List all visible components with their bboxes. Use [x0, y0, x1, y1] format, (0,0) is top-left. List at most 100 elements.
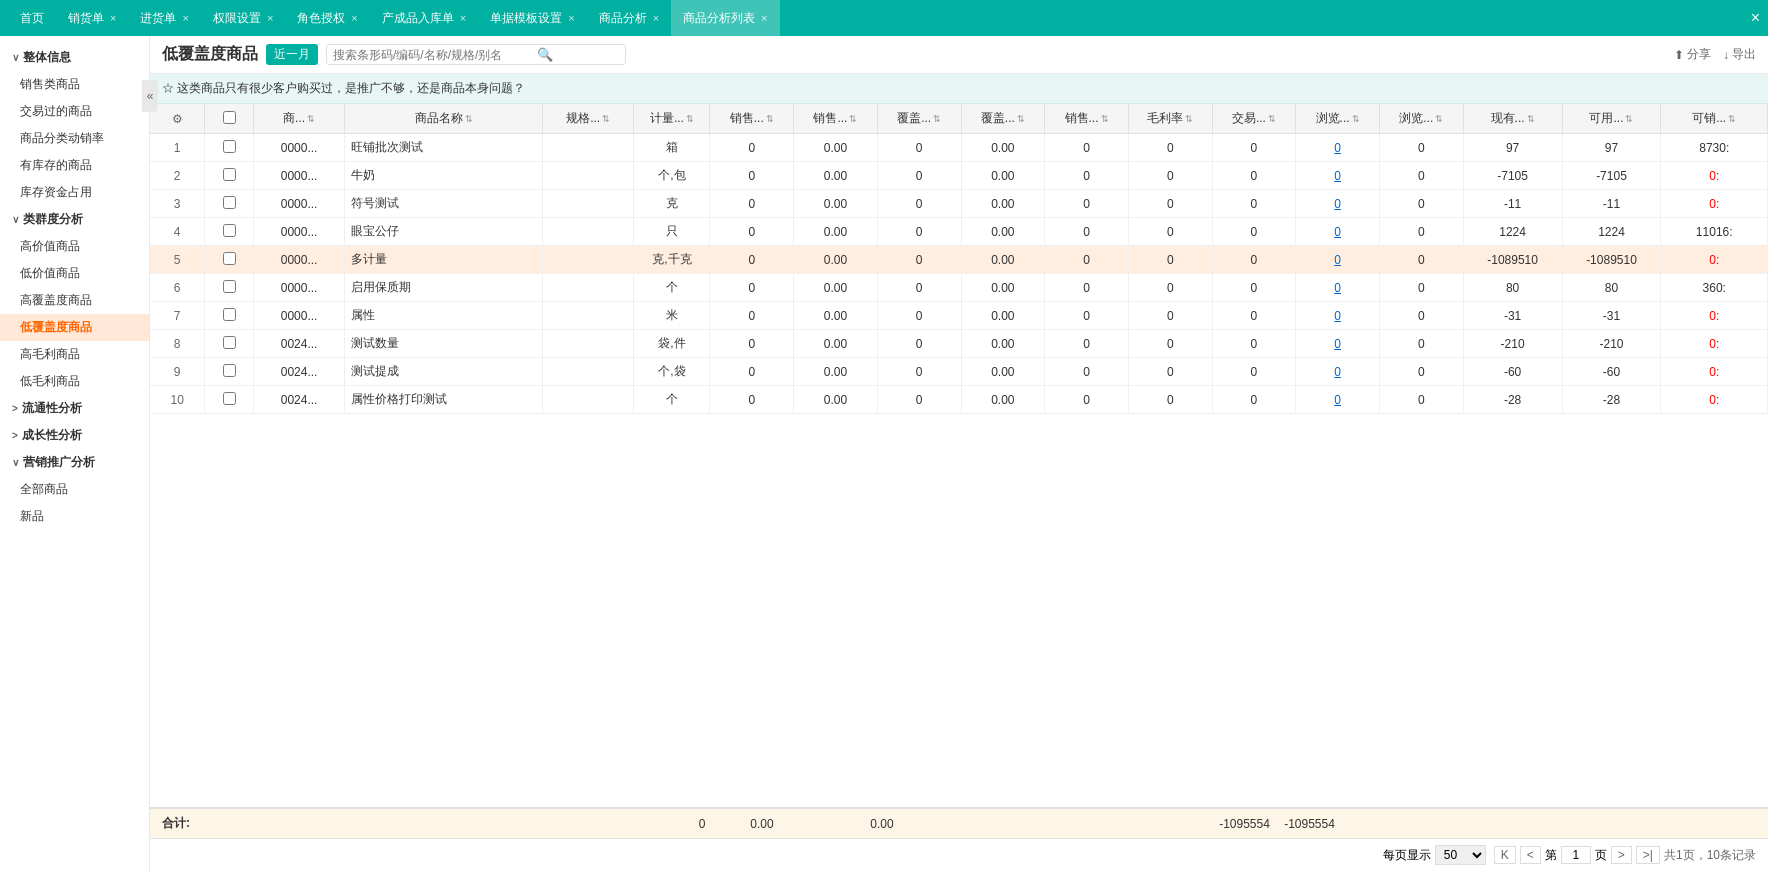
sort-browse1-icon[interactable]: ⇅	[1352, 114, 1360, 124]
sidebar-item-category-rate[interactable]: 商品分类动销率	[0, 125, 149, 152]
row-checkbox-9[interactable]	[223, 392, 236, 405]
share-button[interactable]: ⬆ 分享	[1674, 46, 1711, 63]
nav-tab-product-in[interactable]: 产成品入库单 ×	[370, 0, 478, 36]
row-browse1[interactable]: 0	[1296, 190, 1380, 218]
row-browse1[interactable]: 0	[1296, 246, 1380, 274]
sort-current-stock-icon[interactable]: ⇅	[1527, 114, 1535, 124]
sort-unit-icon[interactable]: ⇅	[686, 114, 694, 124]
sidebar-item-low-margin[interactable]: 低毛利商品	[0, 368, 149, 395]
close-analysis-list-tab[interactable]: ×	[761, 12, 767, 24]
sidebar-item-all-goods[interactable]: 全部商品	[0, 476, 149, 503]
sort-name-icon[interactable]: ⇅	[465, 114, 473, 124]
sort-transaction-icon[interactable]: ⇅	[1268, 114, 1276, 124]
row-checkbox-7[interactable]	[223, 336, 236, 349]
sort-available-icon[interactable]: ⇅	[1625, 114, 1633, 124]
row-checkbox-4[interactable]	[223, 252, 236, 265]
close-product-in-tab[interactable]: ×	[460, 12, 466, 24]
row-checkbox-cell[interactable]	[205, 330, 254, 358]
next-page-button[interactable]: >	[1611, 846, 1632, 864]
sidebar-item-sales-goods[interactable]: 销售类商品	[0, 71, 149, 98]
first-page-button[interactable]: K	[1494, 846, 1516, 864]
th-sellable[interactable]: 可销...⇅	[1661, 104, 1768, 134]
nav-tab-analysis-list[interactable]: 商品分析列表 ×	[671, 0, 779, 36]
close-all-tabs[interactable]: ×	[1751, 9, 1760, 27]
th-sales-qty[interactable]: 销售...⇅	[710, 104, 794, 134]
row-checkbox-cell[interactable]	[205, 302, 254, 330]
row-browse1[interactable]: 0	[1296, 358, 1380, 386]
sidebar-section-overview[interactable]: ∨ 整体信息	[0, 44, 149, 71]
sidebar-item-high-margin[interactable]: 高毛利商品	[0, 341, 149, 368]
row-browse1[interactable]: 0	[1296, 134, 1380, 162]
sort-coverage1-icon[interactable]: ⇅	[933, 114, 941, 124]
sort-browse2-icon[interactable]: ⇅	[1435, 114, 1443, 124]
th-current-stock[interactable]: 现有...⇅	[1463, 104, 1562, 134]
th-coverage1[interactable]: 覆盖...⇅	[877, 104, 961, 134]
sort-sales3-icon[interactable]: ⇅	[1101, 114, 1109, 124]
close-role-tab[interactable]: ×	[351, 12, 357, 24]
row-browse1[interactable]: 0	[1296, 330, 1380, 358]
row-checkbox-cell[interactable]	[205, 190, 254, 218]
row-checkbox-3[interactable]	[223, 224, 236, 237]
th-coverage2[interactable]: 覆盖...⇅	[961, 104, 1045, 134]
row-browse1[interactable]: 0	[1296, 274, 1380, 302]
th-sales3[interactable]: 销售...⇅	[1045, 104, 1129, 134]
sidebar-section-marketing[interactable]: ∨ 营销推广分析	[0, 449, 149, 476]
last-page-button[interactable]: >|	[1636, 846, 1660, 864]
sidebar-item-new-goods[interactable]: 新品	[0, 503, 149, 530]
nav-tab-role[interactable]: 角色授权 ×	[285, 0, 369, 36]
period-button[interactable]: 近一月	[266, 44, 318, 65]
sidebar-item-low-coverage[interactable]: 低覆盖度商品	[0, 314, 149, 341]
row-checkbox-cell[interactable]	[205, 162, 254, 190]
th-spec[interactable]: 规格...⇅	[543, 104, 634, 134]
sort-coverage2-icon[interactable]: ⇅	[1017, 114, 1025, 124]
th-checkbox[interactable]	[205, 104, 254, 134]
row-browse1[interactable]: 0	[1296, 302, 1380, 330]
close-permission-tab[interactable]: ×	[267, 12, 273, 24]
sort-sales-amt-icon[interactable]: ⇅	[849, 114, 857, 124]
sort-code-icon[interactable]: ⇅	[307, 114, 315, 124]
th-available[interactable]: 可用...⇅	[1562, 104, 1661, 134]
page-size-dropdown[interactable]: 50 20 100	[1435, 845, 1486, 865]
th-code[interactable]: 商...⇅	[253, 104, 344, 134]
sidebar-item-inventory-capital[interactable]: 库存资金占用	[0, 179, 149, 206]
close-sales-tab[interactable]: ×	[110, 12, 116, 24]
row-checkbox-cell[interactable]	[205, 274, 254, 302]
sidebar-item-traded-goods[interactable]: 交易过的商品	[0, 98, 149, 125]
sidebar-item-low-value[interactable]: 低价值商品	[0, 260, 149, 287]
row-checkbox-0[interactable]	[223, 140, 236, 153]
row-checkbox-cell[interactable]	[205, 246, 254, 274]
row-browse1[interactable]: 0	[1296, 218, 1380, 246]
row-checkbox-6[interactable]	[223, 308, 236, 321]
search-input[interactable]	[333, 48, 533, 62]
close-template-tab[interactable]: ×	[568, 12, 574, 24]
th-browse2[interactable]: 浏览...⇅	[1379, 104, 1463, 134]
sidebar-section-growth[interactable]: > 成长性分析	[0, 422, 149, 449]
th-gross-margin[interactable]: 毛利率⇅	[1128, 104, 1212, 134]
row-checkbox-cell[interactable]	[205, 386, 254, 414]
th-unit[interactable]: 计量...⇅	[634, 104, 710, 134]
row-checkbox-2[interactable]	[223, 196, 236, 209]
close-purchase-tab[interactable]: ×	[182, 12, 188, 24]
th-browse1[interactable]: 浏览...⇅	[1296, 104, 1380, 134]
sidebar-collapse-button[interactable]: «	[142, 80, 158, 112]
nav-tab-permission[interactable]: 权限设置 ×	[201, 0, 285, 36]
select-all-checkbox[interactable]	[223, 111, 236, 124]
row-checkbox-cell[interactable]	[205, 218, 254, 246]
th-settings[interactable]: ⚙	[150, 104, 205, 134]
th-transaction[interactable]: 交易...⇅	[1212, 104, 1296, 134]
sort-spec-icon[interactable]: ⇅	[602, 114, 610, 124]
row-checkbox-cell[interactable]	[205, 134, 254, 162]
sort-gross-margin-icon[interactable]: ⇅	[1185, 114, 1193, 124]
sort-sellable-icon[interactable]: ⇅	[1728, 114, 1736, 124]
sort-sales-qty-icon[interactable]: ⇅	[766, 114, 774, 124]
sidebar-item-stocked-goods[interactable]: 有库存的商品	[0, 152, 149, 179]
row-browse1[interactable]: 0	[1296, 162, 1380, 190]
export-button[interactable]: ↓ 导出	[1723, 46, 1756, 63]
sidebar-item-high-value[interactable]: 高价值商品	[0, 233, 149, 260]
nav-tab-home[interactable]: 首页	[8, 0, 56, 36]
sidebar-item-high-coverage[interactable]: 高覆盖度商品	[0, 287, 149, 314]
close-analysis-tab[interactable]: ×	[653, 12, 659, 24]
row-checkbox-1[interactable]	[223, 168, 236, 181]
nav-tab-sales[interactable]: 销货单 ×	[56, 0, 128, 36]
sidebar-section-circulation[interactable]: > 流通性分析	[0, 395, 149, 422]
